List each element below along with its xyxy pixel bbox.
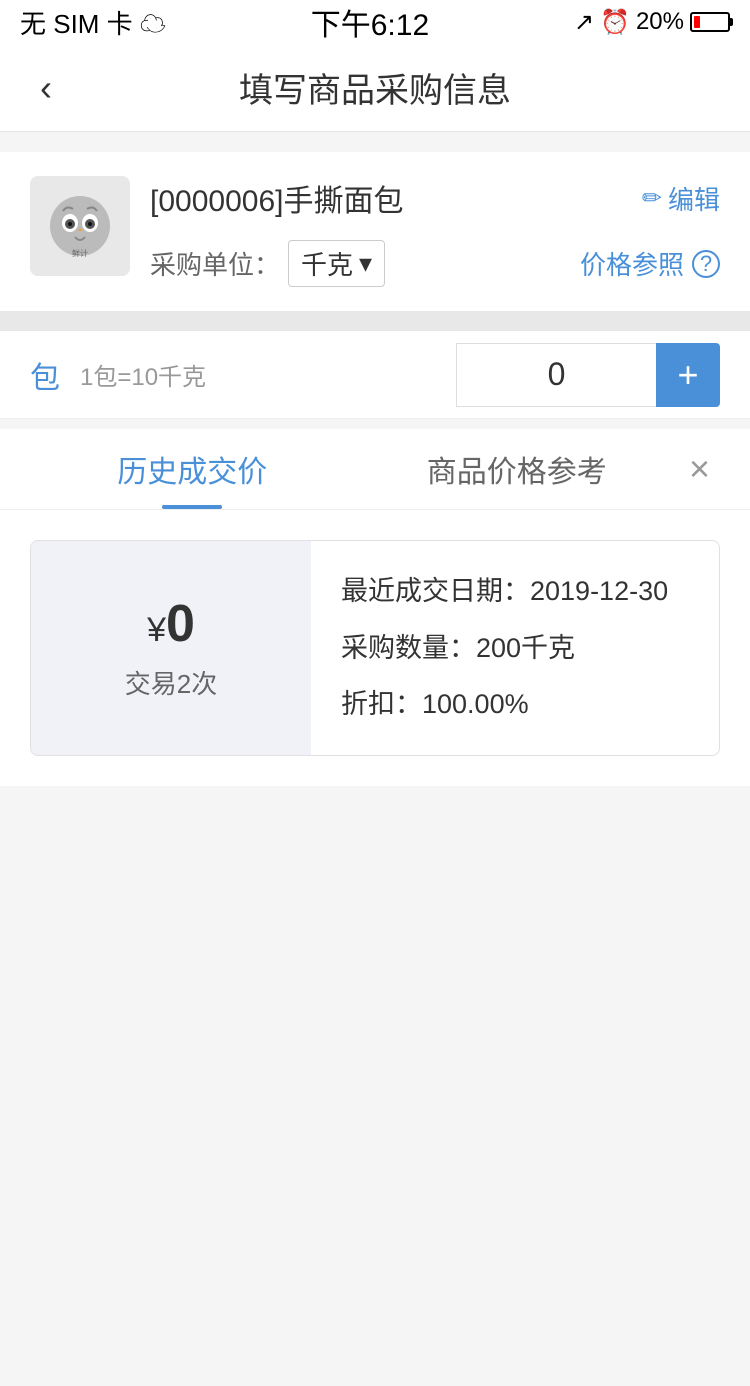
discount-label: 折扣： [341, 689, 422, 719]
package-unit-badge: 包 [30, 353, 60, 397]
unit-value: 千克 [301, 245, 353, 282]
alarm-icon: ⏰ [600, 8, 630, 37]
history-price-value: ¥0 [147, 594, 195, 654]
product-header: 鲜计 [0000006]手撕面包 ✏ 编辑 采购单位： 千克 ▾ [30, 176, 720, 287]
unit-conversion-hint: 1包=10千克 [80, 357, 206, 392]
sim-label: 无 SIM 卡 ☁ [20, 4, 166, 41]
battery-pct: 20% [636, 8, 684, 36]
history-card: ¥0 交易2次 最近成交日期：2019-12-30 采购数量：200千克 折扣：… [30, 540, 720, 756]
history-trades-count: 交易2次 [125, 664, 217, 701]
product-thumbnail: 鲜计 [30, 176, 130, 276]
edit-label: 编辑 [668, 180, 720, 217]
svg-text:鲜计: 鲜计 [72, 248, 88, 258]
status-left: 无 SIM 卡 ☁ [20, 4, 166, 41]
unit-row: 采购单位： 千克 ▾ 价格参照 ? [150, 240, 720, 287]
quantity-input[interactable] [456, 343, 656, 407]
tab-history-label: 历史成交价 [117, 447, 267, 491]
tab-content: ¥0 交易2次 最近成交日期：2019-12-30 采购数量：200千克 折扣：… [0, 510, 750, 786]
page-title: 填写商品采购信息 [239, 63, 511, 112]
main-background [0, 786, 750, 1386]
date-value: 2019-12-30 [530, 576, 668, 606]
tab-panel: 历史成交价 商品价格参考 × ¥0 交易2次 最近成交日期：2019-12-30… [0, 429, 750, 786]
quantity-label: 采购数量： [341, 633, 476, 663]
price-ref-label: 价格参照 [580, 245, 684, 282]
price-reference-button[interactable]: 价格参照 ? [580, 245, 720, 282]
product-title-row: [0000006]手撕面包 ✏ 编辑 [150, 176, 720, 220]
section-divider [0, 311, 750, 331]
edit-icon: ✏ [642, 184, 662, 213]
date-label: 最近成交日期： [341, 576, 530, 606]
nav-bar: ‹ 填写商品采购信息 [0, 44, 750, 132]
quantity-row: 包 1包=10千克 + [0, 331, 750, 419]
edit-button[interactable]: ✏ 编辑 [642, 180, 720, 217]
product-card: 鲜计 [0000006]手撕面包 ✏ 编辑 采购单位： 千克 ▾ [0, 152, 750, 311]
history-quantity-row: 采购数量：200千克 [341, 628, 689, 669]
tab-bar: 历史成交价 商品价格参考 × [0, 429, 750, 510]
history-price-summary: ¥0 交易2次 [31, 541, 311, 755]
unit-label: 采购单位： [150, 245, 280, 282]
discount-value: 100.00% [422, 689, 529, 719]
history-discount-row: 折扣：100.00% [341, 684, 689, 725]
help-icon: ? [692, 250, 720, 278]
history-details: 最近成交日期：2019-12-30 采购数量：200千克 折扣：100.00% [311, 541, 719, 755]
product-info: [0000006]手撕面包 ✏ 编辑 采购单位： 千克 ▾ 价格参照 ? [150, 176, 720, 287]
location-icon: ↗ [574, 8, 594, 37]
product-name: [0000006]手撕面包 [150, 176, 403, 220]
tab-history-price[interactable]: 历史成交价 [30, 429, 354, 509]
tab-price-ref-label: 商品价格参考 [427, 447, 607, 491]
battery-icon [690, 12, 730, 32]
quantity-control: + [456, 343, 720, 407]
back-button[interactable]: ‹ [30, 57, 62, 119]
quantity-value: 200千克 [476, 633, 575, 663]
unit-select-dropdown[interactable]: 千克 ▾ [288, 240, 385, 287]
tab-close-button[interactable]: × [679, 438, 720, 500]
quantity-plus-button[interactable]: + [656, 343, 720, 407]
history-date-row: 最近成交日期：2019-12-30 [341, 571, 689, 612]
tab-product-price-ref[interactable]: 商品价格参考 [354, 429, 678, 509]
status-time: 下午6:12 [311, 0, 429, 44]
status-right: ↗ ⏰ 20% [574, 8, 730, 37]
chevron-down-icon: ▾ [359, 248, 372, 279]
status-bar: 无 SIM 卡 ☁ 下午6:12 ↗ ⏰ 20% [0, 0, 750, 44]
currency-symbol: ¥ [147, 611, 166, 649]
